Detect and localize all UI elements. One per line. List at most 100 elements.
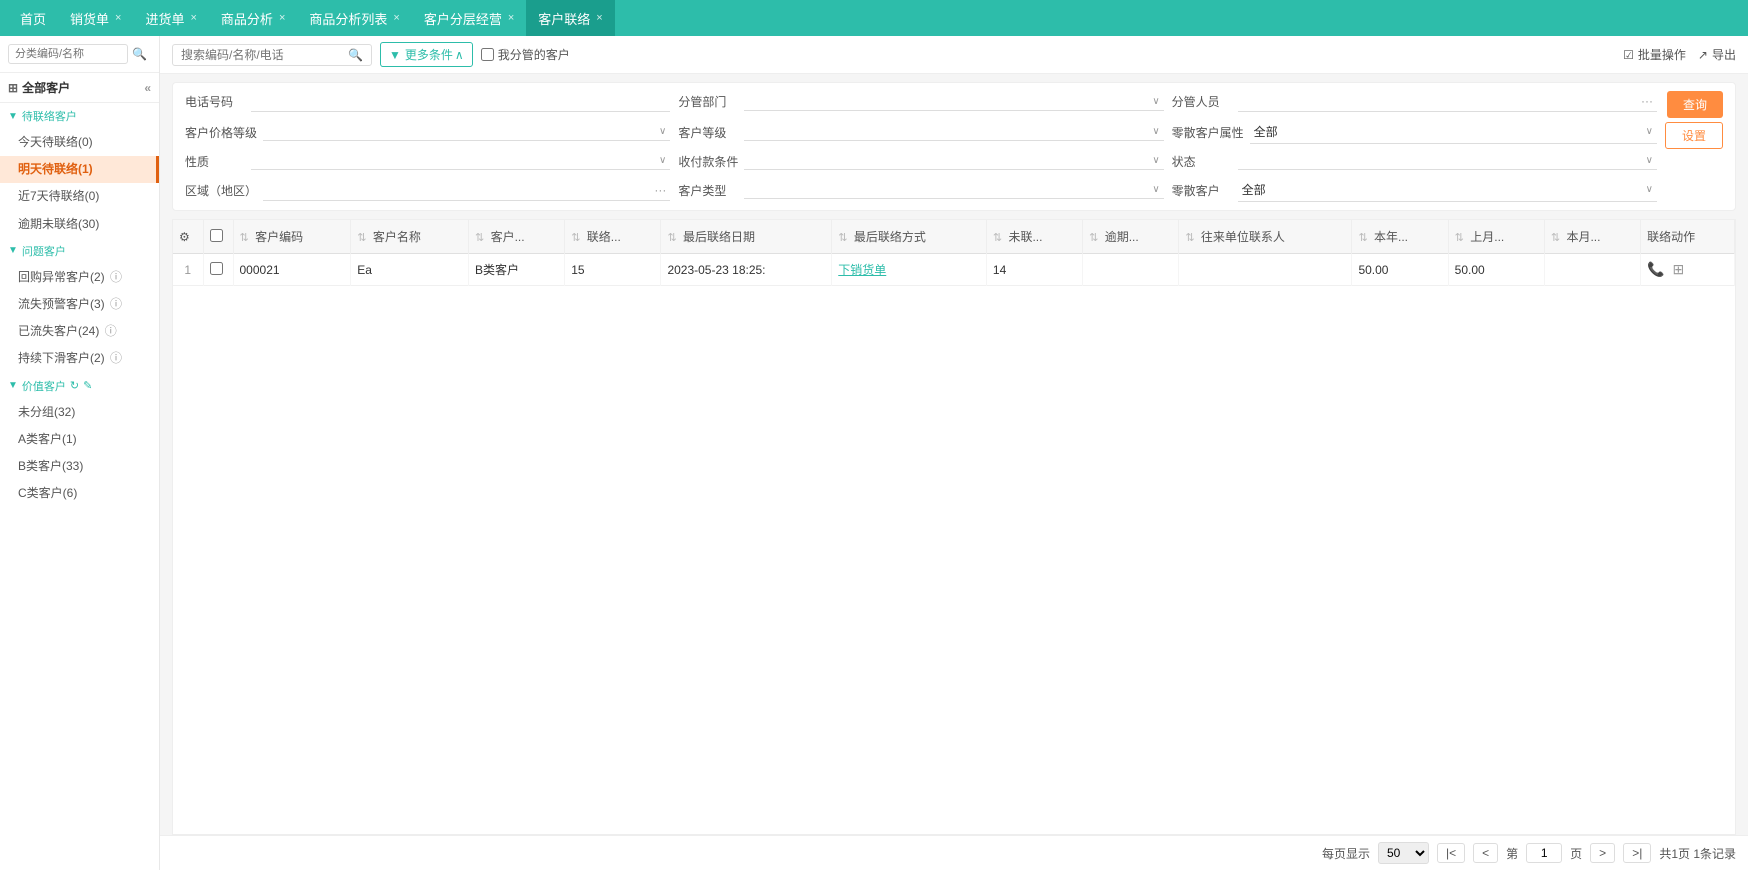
first-page-btn[interactable]: |< [1437, 843, 1465, 863]
sidebar-item-class-b[interactable]: B类客户(33) [0, 453, 159, 480]
close-goods-analysis-list-tab[interactable]: × [393, 12, 399, 24]
col-last-month: ⇅ 上月... [1448, 220, 1544, 254]
row-action: 📞 ⊞ [1641, 254, 1735, 286]
filter-price-grade-select[interactable]: ∨ [263, 123, 670, 141]
sidebar-group-problem[interactable]: ▼ 问题客户 [0, 238, 159, 264]
filter-status-select[interactable]: ∨ [1238, 152, 1657, 170]
sidebar-item-7days-contact[interactable]: 近7天待联络(0) [0, 183, 159, 210]
filter-manager-label: 分管人员 [1172, 93, 1232, 110]
export-btn[interactable]: ↗ 导出 [1698, 46, 1736, 63]
nav-customer-contact[interactable]: 客户联络 × [526, 0, 614, 36]
last-method-link[interactable]: 下销货单 [838, 263, 886, 277]
nav-goods-analysis-list[interactable]: 商品分析列表 × [297, 0, 411, 36]
collapse-btn[interactable]: « [144, 81, 151, 95]
row-checkbox[interactable] [203, 254, 233, 286]
grid-icon: ⊞ [8, 81, 18, 95]
sidebar-search-input[interactable] [8, 44, 128, 64]
filter-region-label: 区域（地区） [185, 182, 257, 199]
filter-retail-customer-select[interactable]: 全部 ∨ [1238, 178, 1657, 202]
page-size-select[interactable]: 50 100 200 [1378, 842, 1429, 864]
status-chevron-icon: ∨ [1646, 155, 1653, 166]
toolbar-search-box[interactable]: 🔍 [172, 44, 372, 66]
filter-row-3: 性质 ∨ 收付款条件 ∨ [185, 152, 1657, 170]
refresh-icon[interactable]: ↻ [70, 379, 79, 392]
info-icon-2: ⓘ [105, 324, 117, 338]
phone-action-icon[interactable]: 📞 [1647, 261, 1664, 278]
sidebar-group-pending[interactable]: ▼ 待联络客户 [0, 103, 159, 129]
filter-icon: ▼ [389, 48, 401, 62]
settings-icon[interactable]: ⚙ [179, 230, 190, 244]
filter-nature-label: 性质 [185, 153, 245, 170]
filter-customer-type-select[interactable]: ∨ [744, 181, 1163, 199]
filter-dept-label: 分管部门 [678, 93, 738, 110]
sidebar-item-today-contact[interactable]: 今天待联络(0) [0, 129, 159, 156]
sidebar-item-tomorrow-contact[interactable]: 明天待联络(1) [0, 156, 159, 183]
close-sales-tab[interactable]: × [115, 12, 121, 24]
nav-customer-segment[interactable]: 客户分层经营 × [412, 0, 526, 36]
col-not-contacted: ⇅ 未联... [986, 220, 1082, 254]
close-purchase-tab[interactable]: × [190, 12, 196, 24]
grid-action-icon[interactable]: ⊞ [1673, 261, 1685, 278]
info-icon-1: ⓘ [110, 297, 122, 311]
row-overdue [1083, 254, 1179, 286]
more-filter-btn[interactable]: ▼ 更多条件 ∧ [380, 42, 473, 67]
row-last-method[interactable]: 下销货单 [832, 254, 987, 286]
row-last-month: 50.00 [1448, 254, 1544, 286]
nav-sales[interactable]: 销货单 × [58, 0, 133, 36]
info-icon-3: ⓘ [110, 351, 122, 365]
nav-purchase[interactable]: 进货单 × [133, 0, 208, 36]
col-settings[interactable]: ⚙ [173, 220, 203, 254]
region-more-icon[interactable]: ··· [654, 183, 666, 197]
nav-home[interactable]: 首页 [8, 0, 58, 36]
sidebar-item-repurchase-abnormal[interactable]: 回购异常客户(2) ⓘ [0, 264, 159, 291]
sidebar-item-ungrouped[interactable]: 未分组(32) [0, 399, 159, 426]
sidebar-item-class-c[interactable]: C类客户(6) [0, 480, 159, 507]
filter-dept-select[interactable]: ∨ [744, 93, 1163, 111]
sidebar-item-class-a[interactable]: A类客户(1) [0, 426, 159, 453]
filter-nature-select[interactable]: ∨ [251, 152, 670, 170]
filter-customer-grade-select[interactable]: ∨ [744, 123, 1163, 141]
table-body: 1 000021 Ea B类客户 15 2023-05-23 18:25: 下销… [173, 254, 1735, 286]
filter-retail-attr-select[interactable]: 全部 ∨ [1250, 120, 1657, 144]
all-customers-header[interactable]: ⊞ 全部客户 « [0, 73, 159, 103]
toolbar-search-input[interactable] [181, 48, 348, 62]
filter-retail-attr-label: 零散客户属性 [1172, 124, 1244, 141]
close-customer-segment-tab[interactable]: × [508, 12, 514, 24]
filter-phone-input[interactable] [251, 91, 670, 112]
toolbar-right: ☑ 批量操作 ↗ 导出 [1623, 46, 1736, 63]
prev-page-btn[interactable]: < [1473, 843, 1498, 863]
col-last-month-sort-icon: ⇅ [1455, 232, 1464, 244]
filter-manager-select[interactable]: ··· [1238, 91, 1657, 112]
sidebar-item-overdue-contact[interactable]: 逾期未联络(30) [0, 211, 159, 238]
sidebar-item-declining-customers[interactable]: 持续下滑客户(2) ⓘ [0, 345, 159, 372]
my-customer-check[interactable] [481, 48, 494, 61]
my-customer-checkbox[interactable]: 我分管的客户 [481, 46, 570, 63]
row-this-month [1544, 254, 1640, 286]
nature-chevron-icon: ∨ [659, 155, 666, 166]
sidebar-search-icon[interactable]: 🔍 [132, 47, 147, 61]
export-icon: ↗ [1698, 48, 1708, 62]
close-goods-analysis-tab[interactable]: × [279, 12, 285, 24]
last-page-btn[interactable]: >| [1623, 843, 1651, 863]
filter-region-select[interactable]: ··· [263, 180, 670, 201]
select-all-checkbox[interactable] [210, 229, 223, 242]
sidebar-group-value[interactable]: ▼ 价值客户 ↻ ✎ [0, 373, 159, 399]
next-page-btn[interactable]: > [1590, 843, 1615, 863]
set-btn[interactable]: 设置 [1665, 122, 1723, 149]
sidebar-item-lost-customers[interactable]: 已流失客户(24) ⓘ [0, 318, 159, 345]
query-btn[interactable]: 查询 [1667, 91, 1723, 118]
sidebar-item-loss-warning[interactable]: 流失预警客户(3) ⓘ [0, 291, 159, 318]
filter-payment-select[interactable]: ∨ [744, 152, 1163, 170]
table-row: 1 000021 Ea B类客户 15 2023-05-23 18:25: 下销… [173, 254, 1735, 286]
toolbar-search-icon[interactable]: 🔍 [348, 48, 363, 62]
page-number-input[interactable] [1526, 843, 1562, 863]
close-customer-contact-tab[interactable]: × [596, 12, 602, 24]
edit-icon[interactable]: ✎ [83, 379, 92, 392]
filter-status-label: 状态 [1172, 153, 1232, 170]
col-checkbox[interactable] [203, 220, 233, 254]
total-label: 页 [1570, 845, 1582, 862]
col-unit-contact: ⇅ 往来单位联系人 [1179, 220, 1352, 254]
manager-more-icon[interactable]: ··· [1641, 94, 1653, 108]
batch-op-btn[interactable]: ☑ 批量操作 [1623, 46, 1686, 63]
nav-goods-analysis[interactable]: 商品分析 × [209, 0, 297, 36]
